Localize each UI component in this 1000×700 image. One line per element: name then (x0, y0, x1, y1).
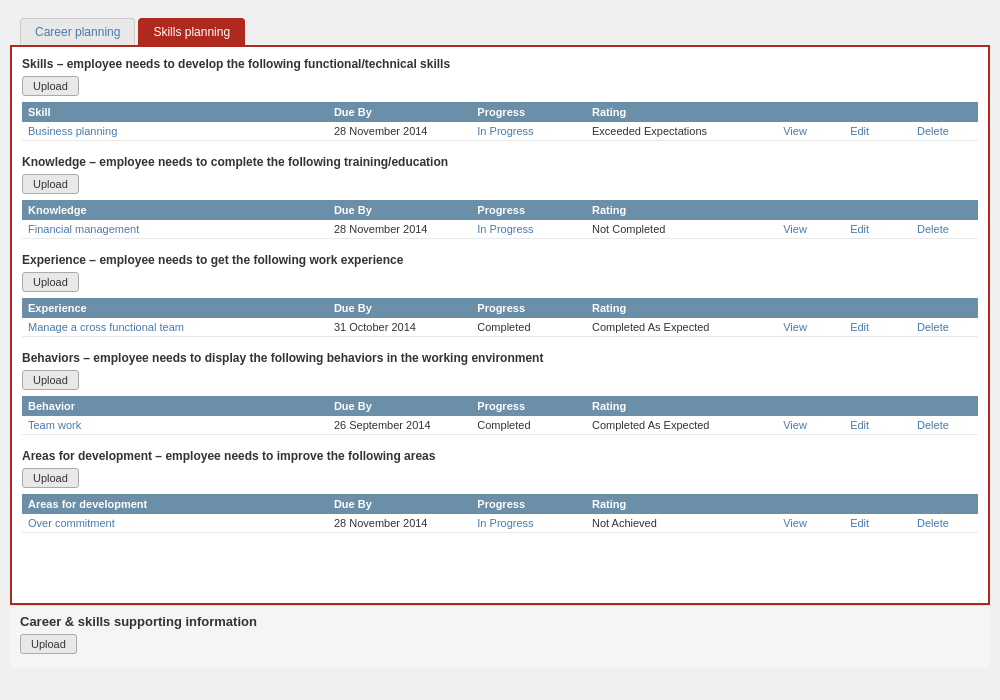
experience-row-progress: Completed (471, 318, 586, 337)
skills-row-rating: Exceeded Expectations (586, 122, 777, 141)
knowledge-col-rating: Rating (586, 200, 777, 220)
experience-col-progress: Progress (471, 298, 586, 318)
experience-row-view[interactable]: View (777, 318, 844, 337)
experience-row-main: Manage a cross functional team (22, 318, 328, 337)
behaviors-col-rating: Rating (586, 396, 777, 416)
experience-row-edit[interactable]: Edit (844, 318, 911, 337)
skills-col-view (777, 102, 844, 122)
tab-skills-planning-label: Skills planning (153, 25, 230, 39)
skills-col-delete (911, 102, 978, 122)
footer-title: Career & skills supporting information (20, 614, 980, 629)
knowledge-col-dueby: Due By (328, 200, 471, 220)
skills-upload-button[interactable]: Upload (22, 76, 79, 96)
behaviors-row-delete[interactable]: Delete (911, 416, 978, 435)
tab-career-planning-label: Career planning (35, 25, 120, 39)
skills-row-main: Business planning (22, 122, 328, 141)
knowledge-row-dueby: 28 November 2014 (328, 220, 471, 239)
behaviors-col-progress: Progress (471, 396, 586, 416)
tab-skills-planning[interactable]: Skills planning (138, 18, 245, 45)
experience-upload-button[interactable]: Upload (22, 272, 79, 292)
behaviors-table: Behavior Due By Progress Rating Team wor… (22, 396, 978, 435)
skills-section-title: Skills – employee needs to develop the f… (22, 57, 978, 71)
experience-row-dueby: 31 October 2014 (328, 318, 471, 337)
skills-section: Skills – employee needs to develop the f… (22, 57, 978, 141)
experience-row-rating: Completed As Expected (586, 318, 777, 337)
skills-col-skill: Skill (22, 102, 328, 122)
experience-section: Experience – employee needs to get the f… (22, 253, 978, 337)
areas-upload-button[interactable]: Upload (22, 468, 79, 488)
areas-row-edit[interactable]: Edit (844, 514, 911, 533)
knowledge-row-delete[interactable]: Delete (911, 220, 978, 239)
table-row: Financial management 28 November 2014 In… (22, 220, 978, 239)
footer-section: Career & skills supporting information U… (10, 605, 990, 668)
skills-row-link[interactable]: Business planning (28, 125, 117, 137)
knowledge-col-progress: Progress (471, 200, 586, 220)
experience-section-title: Experience – employee needs to get the f… (22, 253, 978, 267)
areas-row-view[interactable]: View (777, 514, 844, 533)
knowledge-table: Knowledge Due By Progress Rating Financi… (22, 200, 978, 239)
page-wrapper: Career planning Skills planning Skills –… (0, 0, 1000, 700)
main-content: Skills – employee needs to develop the f… (10, 45, 990, 605)
skills-table: Skill Due By Progress Rating Business pl… (22, 102, 978, 141)
areas-row-link[interactable]: Over commitment (28, 517, 115, 529)
skills-col-progress: Progress (471, 102, 586, 122)
behaviors-row-main: Team work (22, 416, 328, 435)
knowledge-row-link[interactable]: Financial management (28, 223, 139, 235)
behaviors-upload-button[interactable]: Upload (22, 370, 79, 390)
knowledge-row-main: Financial management (22, 220, 328, 239)
areas-col-rating: Rating (586, 494, 777, 514)
areas-col-area: Areas for development (22, 494, 328, 514)
areas-for-development-section: Areas for development – employee needs t… (22, 449, 978, 533)
table-row: Business planning 28 November 2014 In Pr… (22, 122, 978, 141)
knowledge-row-rating: Not Completed (586, 220, 777, 239)
skills-row-view[interactable]: View (777, 122, 844, 141)
experience-col-dueby: Due By (328, 298, 471, 318)
footer-upload-button[interactable]: Upload (20, 634, 77, 654)
experience-row-delete[interactable]: Delete (911, 318, 978, 337)
areas-col-progress: Progress (471, 494, 586, 514)
behaviors-row-dueby: 26 September 2014 (328, 416, 471, 435)
skills-col-edit (844, 102, 911, 122)
areas-section-title: Areas for development – employee needs t… (22, 449, 978, 463)
skills-row-dueby: 28 November 2014 (328, 122, 471, 141)
table-row: Team work 26 September 2014 Completed Co… (22, 416, 978, 435)
knowledge-col-knowledge: Knowledge (22, 200, 328, 220)
skills-col-rating: Rating (586, 102, 777, 122)
areas-col-dueby: Due By (328, 494, 471, 514)
behaviors-col-behavior: Behavior (22, 396, 328, 416)
behaviors-section: Behaviors – employee needs to display th… (22, 351, 978, 435)
areas-row-delete[interactable]: Delete (911, 514, 978, 533)
behaviors-row-progress: Completed (471, 416, 586, 435)
areas-row-main: Over commitment (22, 514, 328, 533)
experience-col-experience: Experience (22, 298, 328, 318)
skills-row-delete[interactable]: Delete (911, 122, 978, 141)
knowledge-upload-button[interactable]: Upload (22, 174, 79, 194)
tabs-bar: Career planning Skills planning (10, 10, 990, 45)
knowledge-row-edit[interactable]: Edit (844, 220, 911, 239)
experience-row-link[interactable]: Manage a cross functional team (28, 321, 184, 333)
table-row: Over commitment 28 November 2014 In Prog… (22, 514, 978, 533)
behaviors-row-rating: Completed As Expected (586, 416, 777, 435)
areas-row-dueby: 28 November 2014 (328, 514, 471, 533)
knowledge-section: Knowledge – employee needs to complete t… (22, 155, 978, 239)
experience-col-rating: Rating (586, 298, 777, 318)
knowledge-section-title: Knowledge – employee needs to complete t… (22, 155, 978, 169)
knowledge-row-progress: In Progress (471, 220, 586, 239)
behaviors-row-link[interactable]: Team work (28, 419, 81, 431)
skills-col-dueby: Due By (328, 102, 471, 122)
areas-table: Areas for development Due By Progress Ra… (22, 494, 978, 533)
behaviors-col-dueby: Due By (328, 396, 471, 416)
table-row: Manage a cross functional team 31 Octobe… (22, 318, 978, 337)
areas-row-progress: In Progress (471, 514, 586, 533)
behaviors-row-view[interactable]: View (777, 416, 844, 435)
behaviors-section-title: Behaviors – employee needs to display th… (22, 351, 978, 365)
areas-row-rating: Not Achieved (586, 514, 777, 533)
skills-row-progress: In Progress (471, 122, 586, 141)
tab-career-planning[interactable]: Career planning (20, 18, 135, 45)
behaviors-row-edit[interactable]: Edit (844, 416, 911, 435)
experience-table: Experience Due By Progress Rating Manage… (22, 298, 978, 337)
skills-row-edit[interactable]: Edit (844, 122, 911, 141)
knowledge-row-view[interactable]: View (777, 220, 844, 239)
